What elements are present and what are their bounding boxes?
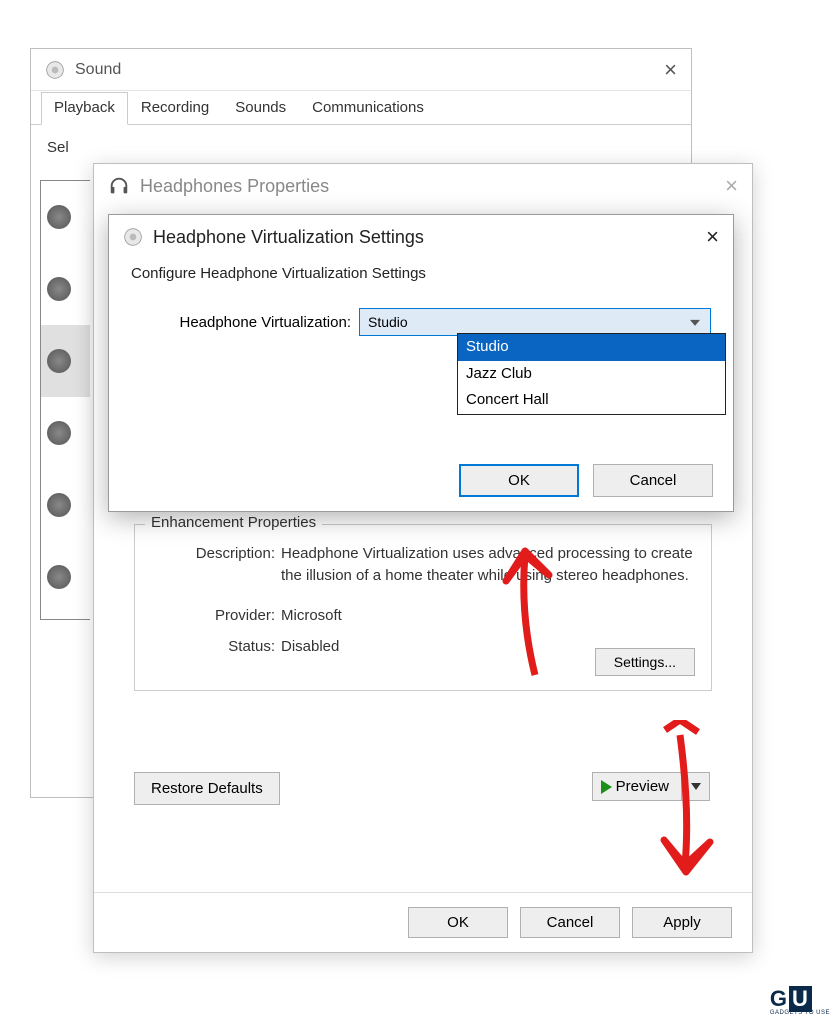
provider-label: Provider:: [151, 605, 281, 627]
virt-field-label: Headphone Virtualization:: [131, 314, 351, 331]
preview-label: Preview: [616, 778, 669, 795]
desc-value: Headphone Virtualization uses advanced p…: [281, 543, 695, 587]
close-icon[interactable]: ×: [725, 175, 738, 197]
device-icon: [47, 349, 71, 373]
sound-tabs: Playback Recording Sounds Communications: [31, 91, 691, 125]
virt-select-value: Studio: [368, 314, 408, 330]
speaker-icon: [123, 227, 143, 247]
props-title: Headphones Properties: [140, 176, 725, 197]
headphones-icon: [108, 175, 130, 197]
watermark-u: U: [789, 986, 812, 1012]
sound-select-text: Sel: [47, 139, 675, 156]
virt-ok-button[interactable]: OK: [459, 464, 579, 497]
virt-body: Configure Headphone Virtualization Setti…: [109, 259, 733, 342]
virt-option-jazz-club[interactable]: Jazz Club: [458, 361, 725, 388]
device-list-fragment: [40, 180, 90, 620]
device-icon: [47, 493, 71, 517]
watermark-sub: GADGETS TO USE: [770, 1010, 830, 1016]
apply-button[interactable]: Apply: [632, 907, 732, 938]
virtualization-dialog: Headphone Virtualization Settings × Conf…: [108, 214, 734, 512]
tab-playback[interactable]: Playback: [41, 92, 128, 125]
status-label: Status:: [151, 636, 281, 658]
enhancement-legend: Enhancement Properties: [145, 514, 322, 531]
speaker-icon: [45, 60, 65, 80]
restore-defaults-button[interactable]: Restore Defaults: [134, 772, 280, 805]
virt-option-studio[interactable]: Studio: [458, 334, 725, 361]
preview-button[interactable]: Preview: [593, 773, 681, 800]
props-titlebar: Headphones Properties ×: [94, 164, 752, 208]
tab-recording[interactable]: Recording: [128, 92, 222, 125]
props-footer: OK Cancel Apply: [94, 892, 752, 952]
chevron-down-icon: [691, 783, 701, 790]
play-icon: [601, 780, 612, 794]
device-icon: [47, 205, 71, 229]
tab-sounds[interactable]: Sounds: [222, 92, 299, 125]
virt-instruction: Configure Headphone Virtualization Setti…: [131, 265, 711, 282]
close-icon[interactable]: ×: [706, 224, 719, 250]
tab-communications[interactable]: Communications: [299, 92, 437, 125]
provider-value: Microsoft: [281, 605, 695, 627]
preview-split-button[interactable]: Preview: [592, 772, 710, 801]
ok-button[interactable]: OK: [408, 907, 508, 938]
settings-button[interactable]: Settings...: [595, 648, 695, 676]
enhancement-properties-group: Enhancement Properties Description: Head…: [134, 524, 712, 691]
virt-cancel-button[interactable]: Cancel: [593, 464, 713, 497]
preview-dropdown-button[interactable]: [681, 773, 709, 800]
desc-label: Description:: [151, 543, 281, 587]
virt-dialog-title: Headphone Virtualization Settings: [153, 227, 706, 248]
virt-footer: OK Cancel: [459, 464, 713, 497]
sound-titlebar: Sound ×: [31, 49, 691, 91]
sound-window-title: Sound: [75, 61, 664, 79]
watermark-g: G: [770, 986, 788, 1012]
virt-titlebar: Headphone Virtualization Settings ×: [109, 215, 733, 259]
virt-select[interactable]: Studio: [359, 308, 711, 336]
device-icon: [47, 565, 71, 589]
close-icon[interactable]: ×: [664, 59, 677, 81]
virt-option-concert-hall[interactable]: Concert Hall: [458, 387, 725, 414]
cancel-button[interactable]: Cancel: [520, 907, 620, 938]
watermark-logo: G U GADGETS TO USE: [770, 986, 830, 1016]
device-icon: [47, 277, 71, 301]
virt-dropdown-list[interactable]: Studio Jazz Club Concert Hall: [457, 333, 726, 415]
device-icon: [47, 421, 71, 445]
